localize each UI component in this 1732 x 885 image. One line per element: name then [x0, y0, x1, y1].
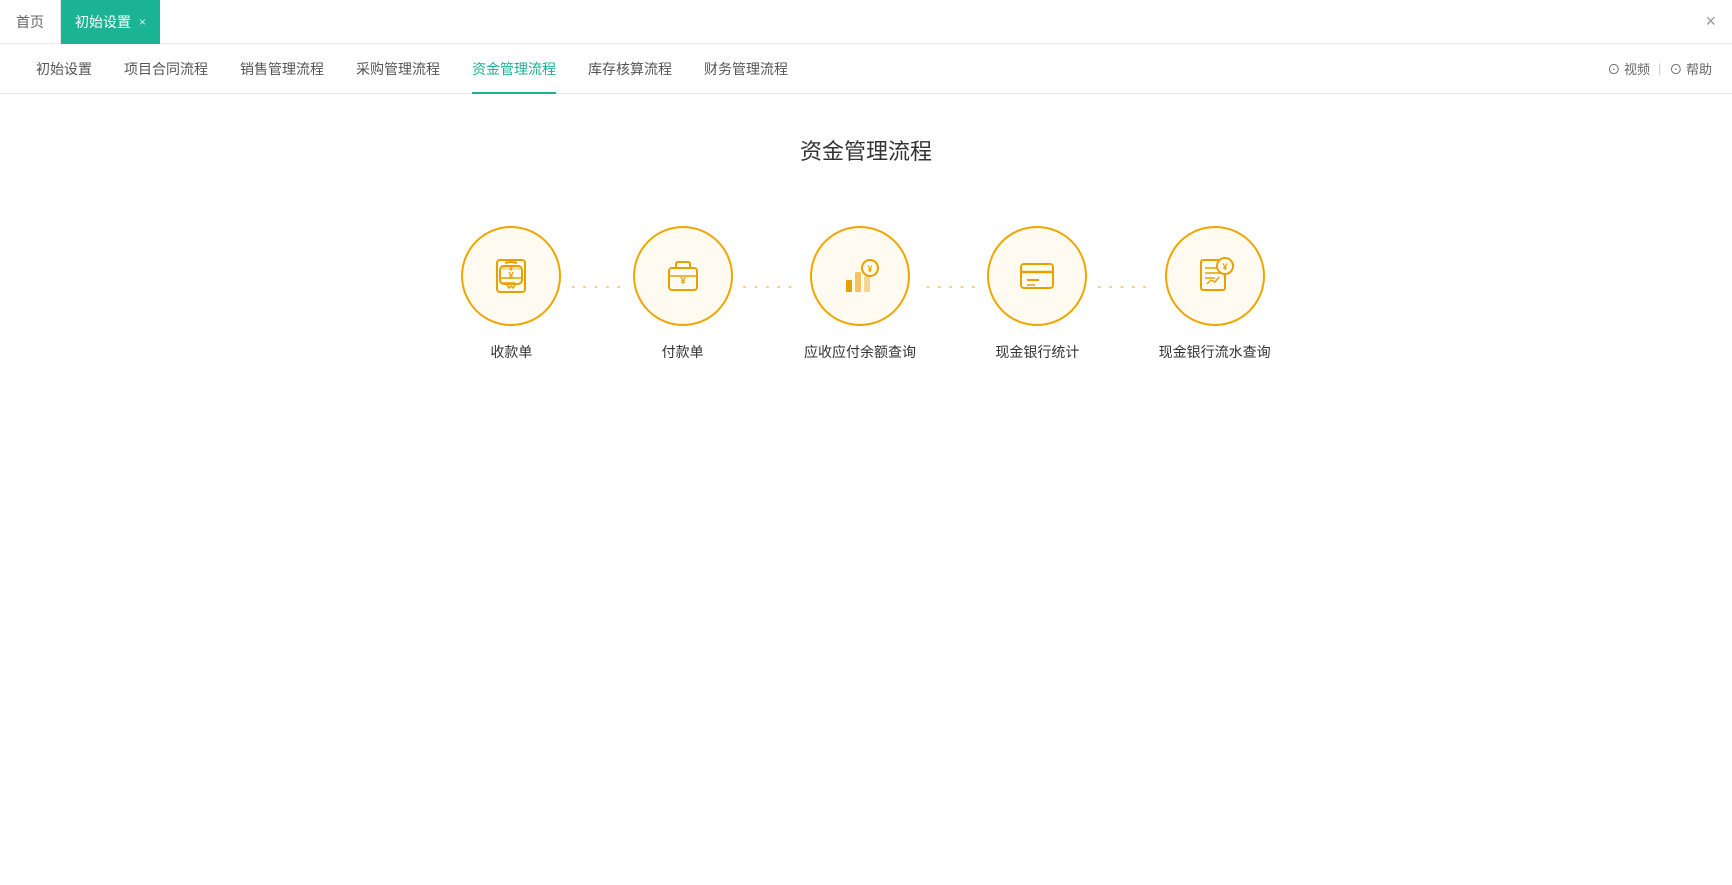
- svg-text:¥: ¥: [509, 271, 515, 282]
- cash-bank-stat-icon: [1013, 252, 1061, 300]
- flow-circle-receipt[interactable]: ¥ ¥: [461, 226, 561, 326]
- flow-label-payment: 付款单: [662, 342, 704, 362]
- flow-connector-1: - - - - -: [561, 279, 632, 293]
- receipt-icon: ¥ ¥: [487, 252, 535, 300]
- main-content: 资金管理流程 ¥ ¥ 收款单 - - - - -: [0, 94, 1732, 885]
- nav-divider: |: [1658, 61, 1661, 76]
- flow-connector-3: - - - - -: [916, 279, 987, 293]
- flow-label-receipt: 收款单: [490, 342, 532, 362]
- nav-bar: 初始设置 项目合同流程 销售管理流程 采购管理流程 资金管理流程 库存核算流程 …: [0, 44, 1732, 94]
- nav-inventory[interactable]: 库存核算流程: [572, 44, 688, 94]
- page-title: 资金管理流程: [20, 134, 1712, 166]
- active-tab-label: 初始设置: [75, 12, 131, 32]
- nav-purchase-mgmt[interactable]: 采购管理流程: [340, 44, 456, 94]
- payment-icon: ¥: [659, 252, 707, 300]
- ar-ap-icon: ¥: [836, 252, 884, 300]
- flow-connector-2: - - - - -: [733, 279, 804, 293]
- svg-text:¥: ¥: [867, 264, 872, 274]
- video-link[interactable]: ⊙ 视频: [1607, 59, 1650, 78]
- flow-item-cash-bank-stat[interactable]: 现金银行统计: [987, 226, 1087, 362]
- nav-sales-mgmt[interactable]: 销售管理流程: [224, 44, 340, 94]
- window-close-button[interactable]: ×: [1705, 11, 1716, 32]
- flow-circle-cash-bank-stat[interactable]: [987, 226, 1087, 326]
- flow-label-ar-ap: 应收应付余额查询: [804, 342, 916, 362]
- flow-circle-cash-bank-flow[interactable]: ¥: [1165, 226, 1265, 326]
- flow-item-cash-bank-flow[interactable]: ¥ 现金银行流水查询: [1159, 226, 1271, 362]
- flow-container: ¥ ¥ 收款单 - - - - -: [20, 226, 1712, 362]
- flow-circle-payment[interactable]: ¥: [633, 226, 733, 326]
- top-bar: 首页 初始设置 × ×: [0, 0, 1732, 44]
- active-tab[interactable]: 初始设置 ×: [61, 0, 160, 44]
- nav-capital-mgmt[interactable]: 资金管理流程: [456, 44, 572, 94]
- nav-initial-setup[interactable]: 初始设置: [20, 44, 108, 94]
- flow-item-payment[interactable]: ¥ 付款单: [633, 226, 733, 362]
- flow-label-cash-bank-stat: 现金银行统计: [995, 342, 1079, 362]
- cash-bank-flow-icon: ¥: [1191, 252, 1239, 300]
- top-bar-right: ×: [1685, 11, 1732, 32]
- nav-right-actions: ⊙ 视频 | ⊙ 帮助: [1607, 59, 1712, 78]
- nav-project-contract[interactable]: 项目合同流程: [108, 44, 224, 94]
- home-tab[interactable]: 首页: [0, 0, 61, 44]
- svg-text:¥: ¥: [680, 276, 686, 287]
- flow-item-receipt[interactable]: ¥ ¥ 收款单: [461, 226, 561, 362]
- close-tab-button[interactable]: ×: [139, 15, 146, 29]
- flow-circle-ar-ap[interactable]: ¥: [810, 226, 910, 326]
- flow-item-ar-ap[interactable]: ¥ 应收应付余额查询: [804, 226, 916, 362]
- flow-label-cash-bank-flow: 现金银行流水查询: [1159, 342, 1271, 362]
- help-link[interactable]: ⊙ 帮助: [1669, 59, 1712, 78]
- flow-connector-4: - - - - -: [1087, 279, 1158, 293]
- svg-text:¥: ¥: [1222, 262, 1227, 272]
- nav-finance-mgmt[interactable]: 财务管理流程: [688, 44, 804, 94]
